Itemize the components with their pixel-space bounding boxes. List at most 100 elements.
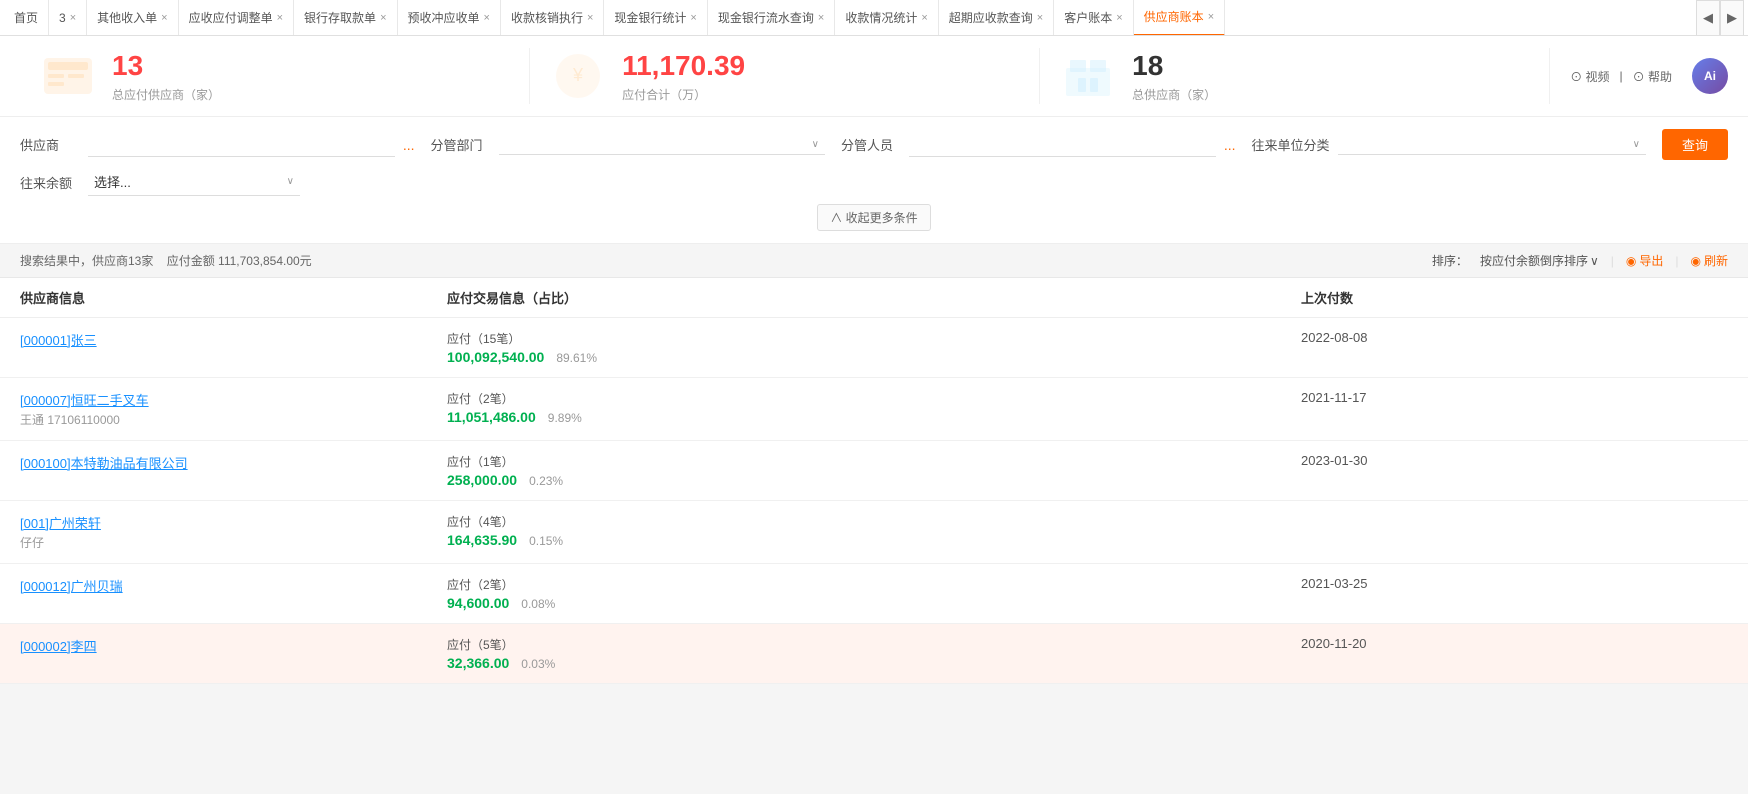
sort-value: 按应付余额倒序排序 bbox=[1480, 252, 1588, 269]
nav-tab-collection-stats-close[interactable]: × bbox=[921, 12, 927, 24]
transaction-row-5: 94,600.00 0.08% bbox=[447, 593, 1301, 611]
nav-tab-overdue-close[interactable]: × bbox=[1037, 12, 1043, 24]
supplier-link-2[interactable]: [000007]恒旺二手叉车 bbox=[20, 393, 149, 408]
nav-tab-customer-ledger[interactable]: 客户账本 × bbox=[1054, 0, 1133, 36]
top-right-links: ⊙ 视频 | ⊙ 帮助 Ai bbox=[1550, 58, 1728, 94]
nav-tab-supplier-ledger[interactable]: 供应商账本 × bbox=[1134, 0, 1225, 36]
transaction-amount-2: 11,051,486.00 bbox=[447, 409, 536, 425]
nav-tab-bank-close[interactable]: × bbox=[380, 12, 386, 24]
nav-tab-overdue[interactable]: 超期应收款查询 × bbox=[939, 0, 1054, 36]
nav-tab-cash-stats-close[interactable]: × bbox=[690, 12, 696, 24]
export-button[interactable]: ◉ 导出 bbox=[1626, 252, 1664, 269]
nav-prev-arrow[interactable]: ◀ bbox=[1696, 0, 1720, 36]
sort-select[interactable]: 按应付余额倒序排序 ∨ bbox=[1480, 252, 1599, 269]
dept-label: 分管部门 bbox=[431, 135, 491, 154]
result-bar: 搜索结果中，供应商13家 应付金额 111,703,854.00元 排序： 按应… bbox=[0, 244, 1748, 278]
refresh-button[interactable]: ◉ 刷新 bbox=[1691, 252, 1729, 269]
supplier-link-1[interactable]: [000001]张三 bbox=[20, 333, 97, 348]
nav-tab-adjust[interactable]: 应收应付调整单 × bbox=[179, 0, 294, 36]
summary-card-payable-suppliers: 13 总应付供应商（家） bbox=[20, 48, 530, 104]
supplier-input[interactable] bbox=[88, 133, 395, 157]
person-dots[interactable]: ... bbox=[1224, 137, 1236, 153]
col-transaction-info: 应付交易信息（占比） bbox=[447, 288, 1301, 307]
person-input[interactable] bbox=[909, 133, 1216, 157]
category-select[interactable]: ∨ bbox=[1338, 135, 1646, 155]
filter-row-1: 供应商 ... 分管部门 ∨ 分管人员 ... 往来单位分类 ∨ 查询 bbox=[20, 129, 1728, 160]
transaction-amount-3: 258,000.00 bbox=[447, 472, 517, 488]
transaction-amount-5: 94,600.00 bbox=[447, 595, 509, 611]
nav-tab-home[interactable]: 首页 bbox=[4, 0, 49, 36]
last-payment-2: 2021-11-17 bbox=[1301, 390, 1367, 405]
transaction-amount-6: 32,366.00 bbox=[447, 655, 509, 671]
supplier-dots[interactable]: ... bbox=[403, 137, 415, 153]
nav-tab-collection[interactable]: 收款核销执行 × bbox=[501, 0, 604, 36]
nav-tab-collection-stats-label: 收款情况统计 bbox=[845, 9, 917, 26]
last-payment-cell-2: 2021-11-17 bbox=[1301, 390, 1728, 405]
dept-select[interactable]: ∨ bbox=[499, 135, 826, 155]
last-payment-cell-3: 2023-01-30 bbox=[1301, 453, 1728, 468]
nav-tab-cash-flow[interactable]: 现金银行流水查询 × bbox=[708, 0, 835, 36]
nav-tab-bank[interactable]: 银行存取款单 × bbox=[294, 0, 397, 36]
payable-suppliers-label: 总应付供应商（家） bbox=[112, 86, 509, 103]
search-button[interactable]: 查询 bbox=[1662, 129, 1728, 160]
nav-tab-cash-flow-close[interactable]: × bbox=[818, 12, 824, 24]
transaction-label-3: 应付（1笔） bbox=[447, 453, 1301, 470]
transaction-cell-2: 应付（2笔） 11,051,486.00 9.89% bbox=[447, 390, 1301, 425]
nav-tab-advance-label: 预收冲应收单 bbox=[408, 9, 480, 26]
nav-tab-other-income[interactable]: 其他收入单 × bbox=[87, 0, 178, 36]
nav-tab-collection-stats[interactable]: 收款情况统计 × bbox=[835, 0, 938, 36]
nav-tab-3[interactable]: 3 × bbox=[49, 0, 87, 36]
table-row: [000001]张三 应付（15笔） 100,092,540.00 89.61%… bbox=[0, 318, 1748, 378]
nav-tab-home-label: 首页 bbox=[14, 9, 38, 26]
nav-tab-cash-stats-label: 现金银行统计 bbox=[614, 9, 686, 26]
nav-tab-advance-close[interactable]: × bbox=[484, 12, 490, 24]
supplier-sub-4: 仔仔 bbox=[20, 534, 447, 551]
table-row: [000002]李四 应付（5笔） 32,366.00 0.03% 2020-1… bbox=[0, 624, 1748, 684]
payable-suppliers-icon bbox=[40, 48, 96, 104]
transaction-label-2: 应付（2笔） bbox=[447, 390, 1301, 407]
supplier-label: 供应商 bbox=[20, 135, 80, 154]
help-link[interactable]: ⊙ 帮助 bbox=[1633, 68, 1672, 85]
nav-tab-cash-stats[interactable]: 现金银行统计 × bbox=[604, 0, 707, 36]
nav-tab-other-income-close[interactable]: × bbox=[161, 12, 167, 24]
supplier-cell-5: [000012]广州贝瑞 bbox=[20, 576, 447, 595]
supplier-link-5[interactable]: [000012]广州贝瑞 bbox=[20, 579, 123, 594]
balance-select[interactable]: 选择... ∨ bbox=[88, 168, 300, 196]
nav-tab-customer-ledger-close[interactable]: × bbox=[1116, 12, 1122, 24]
supplier-link-3[interactable]: [000100]本特勒油品有限公司 bbox=[20, 456, 188, 471]
ai-button[interactable]: Ai bbox=[1692, 58, 1728, 94]
nav-tab-3-label: 3 bbox=[59, 11, 66, 25]
col-last-payment: 上次付数 bbox=[1301, 288, 1728, 307]
nav-tab-collection-close[interactable]: × bbox=[587, 12, 593, 24]
export-label: 导出 bbox=[1639, 252, 1663, 269]
nav-next-arrow[interactable]: ▶ bbox=[1720, 0, 1744, 36]
refresh-label: 刷新 bbox=[1704, 252, 1728, 269]
transaction-row-6: 32,366.00 0.03% bbox=[447, 653, 1301, 671]
nav-tab-supplier-ledger-close[interactable]: × bbox=[1208, 11, 1214, 23]
nav-tab-adjust-close[interactable]: × bbox=[277, 12, 283, 24]
table-container: 供应商信息 应付交易信息（占比） 上次付数 [000001]张三 应付（15笔）… bbox=[0, 278, 1748, 684]
transaction-pct-2: 9.89% bbox=[548, 411, 582, 425]
filter-person: 分管人员 ... bbox=[841, 133, 1236, 157]
transaction-pct-3: 0.23% bbox=[529, 474, 563, 488]
nav-tab-3-close[interactable]: × bbox=[70, 12, 76, 24]
transaction-cell-5: 应付（2笔） 94,600.00 0.08% bbox=[447, 576, 1301, 611]
supplier-cell-3: [000100]本特勒油品有限公司 bbox=[20, 453, 447, 472]
sort-label: 排序： bbox=[1432, 252, 1468, 269]
video-link[interactable]: ⊙ 视频 bbox=[1570, 68, 1609, 85]
supplier-cell-6: [000002]李四 bbox=[20, 636, 447, 655]
nav-tab-advance[interactable]: 预收冲应收单 × bbox=[398, 0, 501, 36]
result-text-2: 应付金额 111,703,854.00元 bbox=[167, 254, 312, 268]
result-text-1: 搜索结果中，供应商13家 bbox=[20, 254, 153, 268]
table-header: 供应商信息 应付交易信息（占比） 上次付数 bbox=[0, 278, 1748, 318]
nav-tab-overdue-label: 超期应收款查询 bbox=[949, 9, 1033, 26]
supplier-link-4[interactable]: [001]广州荣轩 bbox=[20, 516, 101, 531]
balance-arrow: ∨ bbox=[287, 176, 294, 187]
filter-category: 往来单位分类 ∨ bbox=[1252, 135, 1647, 155]
divider-2: | bbox=[1675, 254, 1678, 268]
link-separator: | bbox=[1620, 69, 1623, 83]
collapse-button[interactable]: ∧ 收起更多条件 bbox=[817, 204, 930, 231]
table-row: [000007]恒旺二手叉车 王通 17106110000 应付（2笔） 11,… bbox=[0, 378, 1748, 441]
supplier-link-6[interactable]: [000002]李四 bbox=[20, 639, 97, 654]
table-row: [000012]广州贝瑞 应付（2笔） 94,600.00 0.08% 2021… bbox=[0, 564, 1748, 624]
